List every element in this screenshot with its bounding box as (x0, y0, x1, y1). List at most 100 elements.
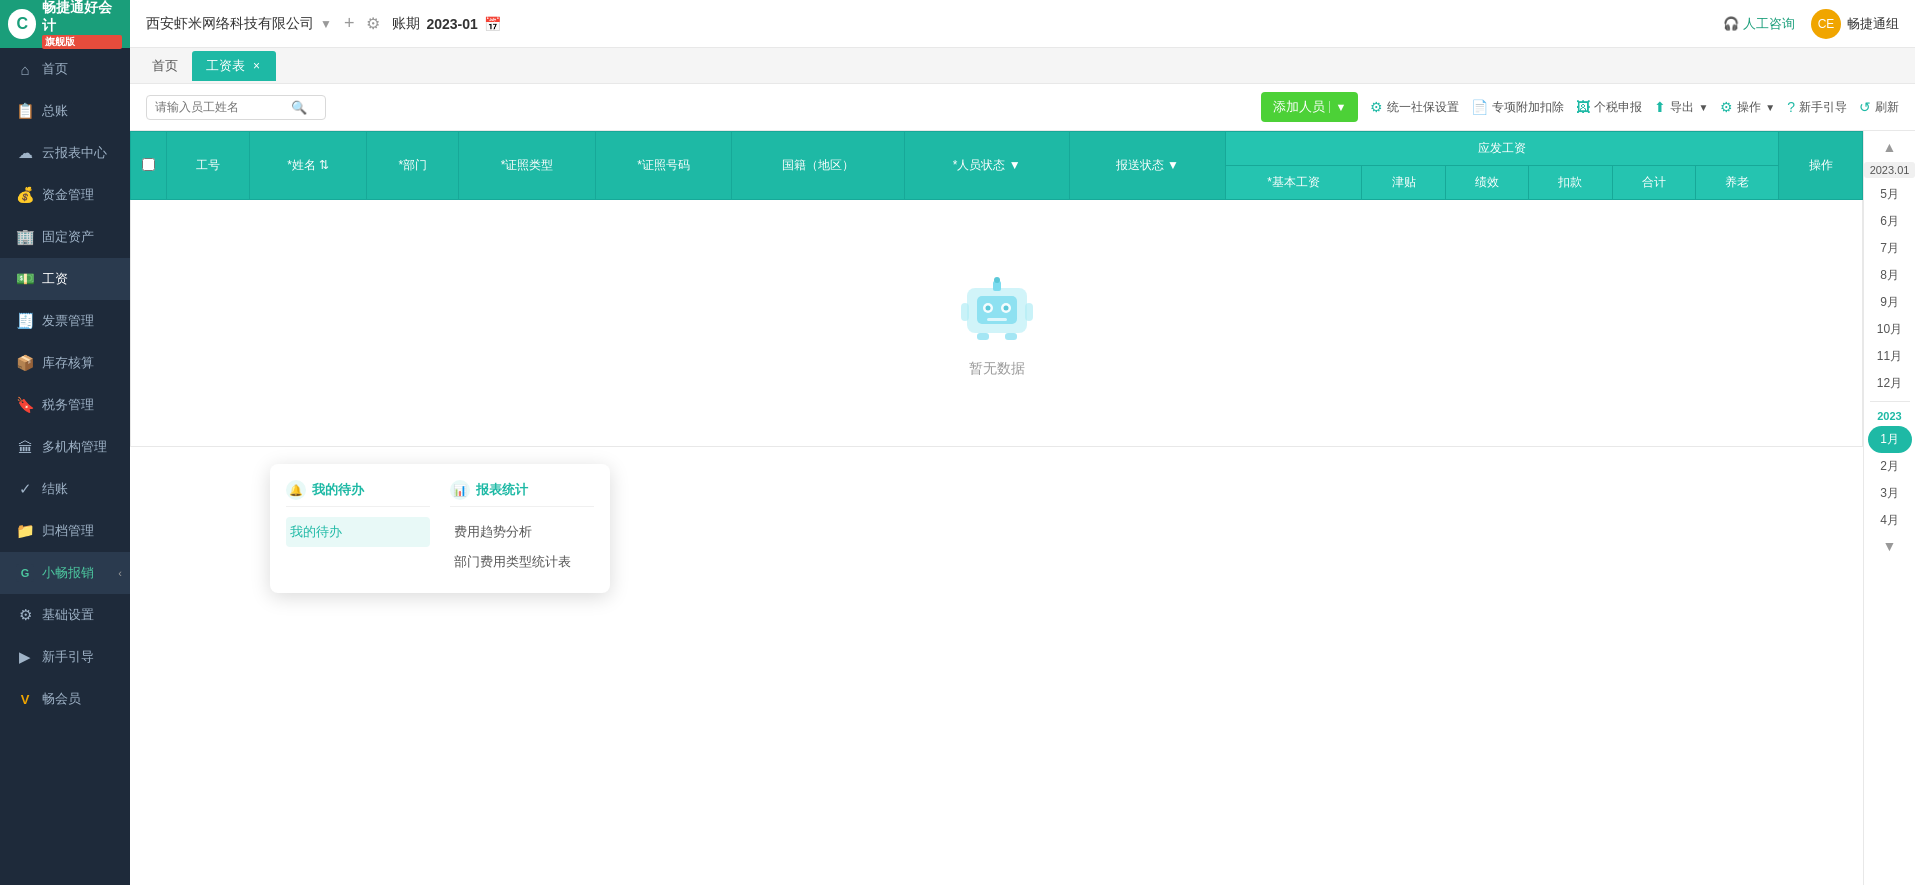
timeline-month-10[interactable]: 10月 (1868, 316, 1912, 343)
guide-action[interactable]: ? 新手引导 (1787, 99, 1847, 116)
home-icon: ⌂ (16, 61, 34, 78)
sidebar-item-fund[interactable]: 💰 资金管理 (0, 174, 130, 216)
empty-icon (957, 268, 1037, 348)
special-deduct-action[interactable]: 📄 专项附加扣除 (1471, 99, 1564, 116)
th-status: *人员状态 ▼ (904, 132, 1069, 200)
operation-icon: ⚙ (1720, 99, 1733, 115)
sidebar-item-label: 云报表中心 (42, 144, 107, 162)
svg-rect-10 (1025, 303, 1033, 321)
sidebar-item-label: 基础设置 (42, 606, 94, 624)
checkbox-header[interactable] (131, 132, 167, 200)
calendar-icon[interactable]: 📅 (484, 16, 501, 32)
support-button[interactable]: 🎧 人工咨询 (1723, 15, 1795, 33)
logo-title: 畅捷通好会计 (42, 0, 122, 35)
sidebar-item-label: 结账 (42, 480, 68, 498)
sidebar-item-xiaochang[interactable]: G 小畅报销 ‹ (0, 552, 130, 594)
sidebar-item-label: 资金管理 (42, 186, 94, 204)
cloud-icon: ☁ (16, 144, 34, 162)
report-title-icon: 📊 (450, 480, 470, 500)
tax-report-label: 个税申报 (1594, 99, 1642, 116)
tab-close-button[interactable]: × (251, 59, 262, 73)
sidebar-item-closing[interactable]: ✓ 结账 (0, 468, 130, 510)
refresh-label: 刷新 (1875, 99, 1899, 116)
sidebar-item-multi-org[interactable]: 🏛 多机构管理 (0, 426, 130, 468)
guide-label: 新手引导 (1799, 99, 1847, 116)
period-display: 账期 2023-01 📅 (392, 15, 500, 33)
user-menu[interactable]: CE 畅捷通组 (1811, 9, 1899, 39)
timeline-up-nav[interactable]: ▲ (1879, 135, 1901, 159)
content-area: 🔍 添加人员 ▼ ⚙ 统一社保设置 📄 专项附加扣除 🖼 个税申报 (130, 84, 1915, 885)
svg-point-8 (994, 277, 1000, 283)
popup-col2-title-label: 报表统计 (476, 481, 528, 499)
add-person-button[interactable]: 添加人员 ▼ (1261, 92, 1359, 122)
invoice-icon: 🧾 (16, 312, 34, 330)
search-input[interactable] (155, 100, 285, 114)
toolbar-actions: 添加人员 ▼ ⚙ 统一社保设置 📄 专项附加扣除 🖼 个税申报 ⬆ 导出 (1261, 92, 1900, 122)
sidebar-item-ledger[interactable]: 📋 总账 (0, 90, 130, 132)
popup-col1-title-label: 我的待办 (312, 481, 364, 499)
timeline-month-6[interactable]: 6月 (1868, 208, 1912, 235)
timeline-down-nav[interactable]: ▼ (1879, 534, 1901, 558)
popup-menu: 🔔 我的待办 我的待办 📊 报表统计 费用趋势分析 (270, 464, 610, 593)
popup-item-cost-trend[interactable]: 费用趋势分析 (450, 517, 594, 547)
company-arrow-icon: ▼ (320, 17, 332, 31)
timeline-month-1[interactable]: 1月 (1868, 426, 1912, 453)
popup-columns: 🔔 我的待办 我的待办 📊 报表统计 费用趋势分析 (286, 480, 594, 577)
sidebar-item-label: 工资 (42, 270, 68, 288)
sidebar-item-member[interactable]: V 畅会员 (0, 678, 130, 720)
tab-salary-table[interactable]: 工资表 × (192, 51, 276, 81)
sidebar-item-basic[interactable]: ⚙ 基础设置 (0, 594, 130, 636)
refresh-action[interactable]: ↺ 刷新 (1859, 99, 1899, 116)
search-box: 🔍 (146, 95, 326, 120)
sidebar-item-salary[interactable]: 💵 工资 (0, 258, 130, 300)
member-icon: V (16, 692, 34, 707)
company-selector[interactable]: 西安虾米网络科技有限公司 ▼ (146, 15, 332, 33)
sidebar-item-archive[interactable]: 📁 归档管理 (0, 510, 130, 552)
th-deduction: 扣款 (1529, 166, 1612, 200)
timeline-month-4[interactable]: 4月 (1868, 507, 1912, 534)
guide-icon: ? (1787, 99, 1795, 115)
social-security-icon: ⚙ (1370, 99, 1383, 115)
th-id-type: *证照类型 (459, 132, 596, 200)
timeline-month-7[interactable]: 7月 (1868, 235, 1912, 262)
sidebar-item-fixed-assets[interactable]: 🏢 固定资产 (0, 216, 130, 258)
sidebar-item-home[interactable]: ⌂ 首页 (0, 48, 130, 90)
select-all-checkbox[interactable] (142, 158, 155, 171)
company-name: 西安虾米网络科技有限公司 (146, 15, 314, 33)
timeline-month-9[interactable]: 9月 (1868, 289, 1912, 316)
timeline-month-12[interactable]: 12月 (1868, 370, 1912, 397)
timeline-month-3[interactable]: 3月 (1868, 480, 1912, 507)
tax-report-action[interactable]: 🖼 个税申报 (1576, 99, 1642, 116)
sidebar-item-label: 归档管理 (42, 522, 94, 540)
sidebar-item-inventory[interactable]: 📦 库存核算 (0, 342, 130, 384)
sidebar-item-guide[interactable]: ▶ 新手引导 (0, 636, 130, 678)
popup-item-dept-cost[interactable]: 部门费用类型统计表 (450, 547, 594, 577)
sidebar-item-tax[interactable]: 🔖 税务管理 (0, 384, 130, 426)
popup-item-my-pending[interactable]: 我的待办 (286, 517, 430, 547)
sidebar-item-cloud-report[interactable]: ☁ 云报表中心 (0, 132, 130, 174)
timeline-month-11[interactable]: 11月 (1868, 343, 1912, 370)
popup-col-pending: 🔔 我的待办 我的待办 (286, 480, 430, 577)
inventory-icon: 📦 (16, 354, 34, 372)
th-employee-id: 工号 (167, 132, 250, 200)
add-company-button[interactable]: + (344, 13, 355, 34)
timeline-month-2[interactable]: 2月 (1868, 453, 1912, 480)
operation-action[interactable]: ⚙ 操作 ▼ (1720, 99, 1775, 116)
th-total: 合计 (1612, 166, 1695, 200)
timeline-month-8[interactable]: 8月 (1868, 262, 1912, 289)
settings-button[interactable]: ⚙ (366, 14, 380, 33)
empty-state-cell: 暂无数据 (131, 200, 1863, 447)
tab-home[interactable]: 首页 (138, 51, 192, 81)
th-salary-group: 应发工资 (1225, 132, 1779, 166)
timeline-year-2023: 2023 (1877, 410, 1901, 422)
th-id-number: *证照号码 (595, 132, 732, 200)
topbar: 西安虾米网络科技有限公司 ▼ + ⚙ 账期 2023-01 📅 🎧 人工咨询 C… (130, 0, 1915, 48)
sidebar-item-invoice[interactable]: 🧾 发票管理 (0, 300, 130, 342)
social-security-action[interactable]: ⚙ 统一社保设置 (1370, 99, 1459, 116)
settings-icon: ⚙ (16, 606, 34, 624)
sidebar-item-label: 库存核算 (42, 354, 94, 372)
timeline-month-5[interactable]: 5月 (1868, 181, 1912, 208)
th-operation: 操作 (1779, 132, 1863, 200)
timeline-year-header: 2023.01 (1864, 162, 1915, 178)
export-action[interactable]: ⬆ 导出 ▼ (1654, 99, 1708, 116)
